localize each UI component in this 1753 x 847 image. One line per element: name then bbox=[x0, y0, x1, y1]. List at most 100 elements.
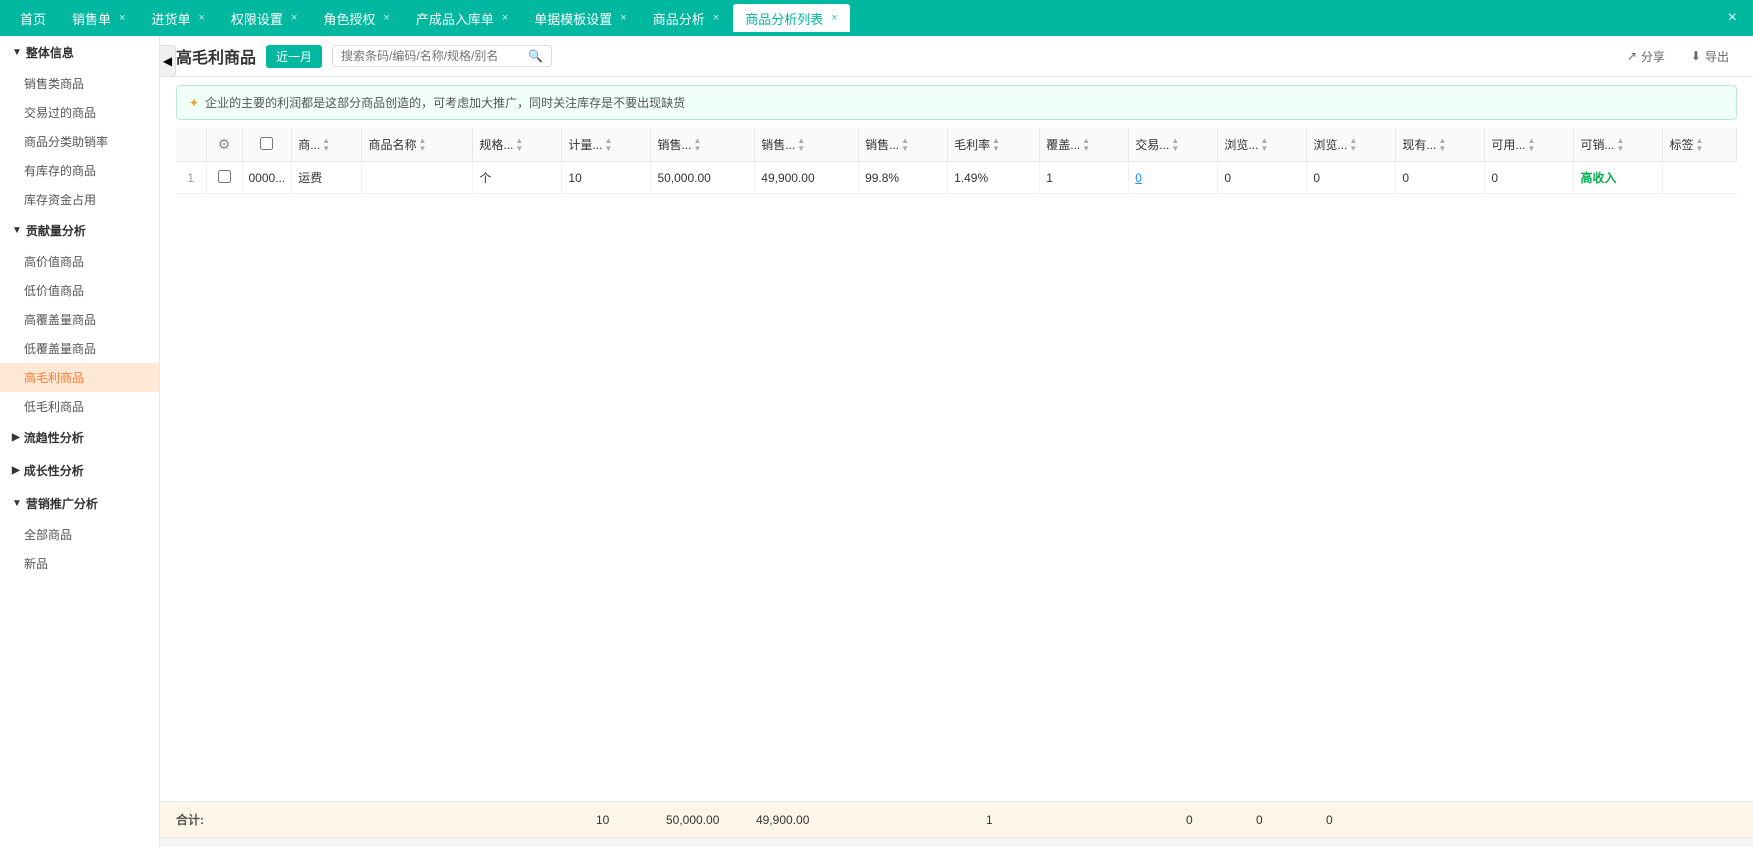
col-label-code: 商... bbox=[298, 136, 320, 153]
sidebar-group-1[interactable]: ▼贡献量分析 bbox=[0, 214, 159, 247]
col-header-sales_amount[interactable]: 销售... ▲▼ bbox=[755, 128, 859, 162]
nav-item-8[interactable]: 商品分析列表× bbox=[733, 4, 849, 32]
nav-item-4[interactable]: 角色授权× bbox=[311, 4, 401, 32]
sidebar-group-3[interactable]: ▶成长性分析 bbox=[0, 454, 159, 487]
nav-close-7[interactable]: × bbox=[713, 12, 719, 24]
nav-item-3[interactable]: 权限设置× bbox=[219, 4, 309, 32]
cell-current_stock-0: 0 bbox=[1307, 162, 1396, 194]
sort-arrows-gross_margin: ▲▼ bbox=[992, 137, 1000, 153]
col-header-coverage[interactable]: 覆盖... ▲▼ bbox=[1040, 128, 1129, 162]
row-checkbox-cell-0 bbox=[206, 162, 242, 194]
col-header-name[interactable]: 商品名称 ▲▼ bbox=[362, 128, 473, 162]
footer-gm bbox=[840, 813, 910, 827]
sidebar-item-4-1[interactable]: 新品 bbox=[0, 549, 159, 578]
sort-arrows-current_stock: ▲▼ bbox=[1438, 137, 1446, 153]
footer-current: 0 bbox=[1180, 813, 1250, 827]
sidebar-item-0-0[interactable]: 销售类商品 bbox=[0, 69, 159, 98]
nav-item-1[interactable]: 销售单× bbox=[60, 4, 137, 32]
col-header-available_stock[interactable]: 可用... ▲▼ bbox=[1485, 128, 1574, 162]
sidebar-item-0-4[interactable]: 库存资金占用 bbox=[0, 185, 159, 214]
footer-label: 合计: bbox=[176, 811, 204, 828]
footer-values: 10 50,000.00 49,900.00 1 0 0 0 bbox=[224, 813, 1737, 827]
nav-close-6[interactable]: × bbox=[620, 12, 626, 24]
nav-item-7[interactable]: 商品分析× bbox=[641, 4, 731, 32]
sidebar-item-1-1[interactable]: 低价值商品 bbox=[0, 276, 159, 305]
export-button[interactable]: ⬇ 导出 bbox=[1683, 45, 1737, 68]
col-header-current_stock[interactable]: 现有... ▲▼ bbox=[1396, 128, 1485, 162]
col-header-tag[interactable]: 标签 ▲▼ bbox=[1663, 128, 1737, 162]
col-header-spec[interactable]: 规格... ▲▼ bbox=[473, 128, 562, 162]
sidebar-item-1-0[interactable]: 高价值商品 bbox=[0, 247, 159, 276]
arrow-icon: ▶ bbox=[12, 465, 20, 476]
collapse-icon: ◀ bbox=[163, 54, 172, 68]
sort-arrows-transaction: ▲▼ bbox=[1171, 137, 1179, 153]
sidebar-item-0-3[interactable]: 有库存的商品 bbox=[0, 156, 159, 185]
top-nav: 首页销售单×进货单×权限设置×角色授权×产成品入库单×单据模板设置×商品分析×商… bbox=[0, 0, 1753, 36]
sidebar-item-1-3[interactable]: 低覆盖量商品 bbox=[0, 334, 159, 363]
cell-name-0: 运费 bbox=[292, 162, 362, 194]
sort-arrows-view1: ▲▼ bbox=[1260, 137, 1268, 153]
col-header-saleable_stock[interactable]: 可销... ▲▼ bbox=[1574, 128, 1663, 162]
col-header-transaction[interactable]: 交易... ▲▼ bbox=[1129, 128, 1218, 162]
nav-item-2[interactable]: 进货单× bbox=[139, 4, 216, 32]
nav-close-4[interactable]: × bbox=[383, 12, 389, 24]
col-header-code[interactable]: 商... ▲▼ bbox=[292, 128, 362, 162]
nav-close-8[interactable]: × bbox=[831, 12, 837, 24]
col-label-spec: 规格... bbox=[479, 136, 513, 153]
col-header-view1[interactable]: 浏览... ▲▼ bbox=[1218, 128, 1307, 162]
footer-bar: 合计: 10 50,000.00 49,900.00 1 0 0 0 bbox=[160, 801, 1753, 837]
col-label-current_stock: 现有... bbox=[1402, 136, 1436, 153]
cell-view1-0[interactable]: 0 bbox=[1129, 162, 1218, 194]
col-label-gross_margin: 毛利率 bbox=[954, 136, 990, 153]
sort-arrows-view2: ▲▼ bbox=[1349, 137, 1357, 153]
sidebar-item-1-2[interactable]: 高覆盖量商品 bbox=[0, 305, 159, 334]
row-checkbox-0[interactable] bbox=[218, 170, 231, 183]
sidebar-item-4-0[interactable]: 全部商品 bbox=[0, 520, 159, 549]
bottom-scrollbar[interactable] bbox=[160, 837, 1753, 847]
sidebar-collapse-button[interactable]: ◀ bbox=[160, 45, 176, 77]
cell-code-0: 0000... bbox=[242, 162, 292, 194]
select-all-checkbox[interactable] bbox=[260, 137, 273, 150]
sidebar-item-1-5[interactable]: 低毛利商品 bbox=[0, 392, 159, 421]
cell-transaction-0: 1 bbox=[1040, 162, 1129, 194]
search-icon[interactable]: 🔍 bbox=[528, 49, 543, 63]
sort-arrows-coverage: ▲▼ bbox=[1082, 137, 1090, 153]
footer-transaction: 1 bbox=[980, 813, 1060, 827]
cell-unit-0: 个 bbox=[473, 162, 562, 194]
window-close-button[interactable]: × bbox=[1720, 9, 1745, 27]
nav-item-6[interactable]: 单据模板设置× bbox=[522, 4, 638, 32]
col-label-tag: 标签 bbox=[1669, 136, 1693, 153]
content-header: 高毛利商品 近一月 🔍 ↗ 分享 ⬇ 导出 bbox=[160, 36, 1753, 77]
col-header-gross_margin[interactable]: 毛利率 ▲▼ bbox=[948, 128, 1040, 162]
view-link-0[interactable]: 0 bbox=[1135, 171, 1142, 185]
share-button[interactable]: ↗ 分享 bbox=[1619, 45, 1673, 68]
col-header-view2[interactable]: 浏览... ▲▼ bbox=[1307, 128, 1396, 162]
col-header-sales_cost[interactable]: 销售... ▲▼ bbox=[859, 128, 948, 162]
sort-arrows-name: ▲▼ bbox=[418, 137, 426, 153]
nav-close-2[interactable]: × bbox=[198, 12, 204, 24]
nav-close-3[interactable]: × bbox=[291, 12, 297, 24]
sidebar-item-1-4[interactable]: 高毛利商品 bbox=[0, 363, 159, 392]
nav-close-5[interactable]: × bbox=[502, 12, 508, 24]
tag-badge-0: 高收入 bbox=[1580, 171, 1616, 185]
row-num-0: 1 bbox=[176, 162, 206, 194]
col-label-transaction: 交易... bbox=[1135, 136, 1169, 153]
sidebar: ▼整体信息销售类商品交易过的商品商品分类助销率有库存的商品库存资金占用▼贡献量分… bbox=[0, 36, 160, 847]
col-header-unit[interactable]: 计量... ▲▼ bbox=[562, 128, 651, 162]
nav-item-0[interactable]: 首页 bbox=[8, 4, 58, 32]
nav-item-5[interactable]: 产成品入库单× bbox=[404, 4, 520, 32]
sidebar-group-0[interactable]: ▼整体信息 bbox=[0, 36, 159, 69]
footer-view1 bbox=[1060, 813, 1120, 827]
sidebar-group-4[interactable]: ▼营销推广分析 bbox=[0, 487, 159, 520]
nav-close-1[interactable]: × bbox=[119, 12, 125, 24]
settings-icon[interactable]: ⚙ bbox=[218, 136, 231, 152]
search-input[interactable] bbox=[341, 49, 522, 63]
sidebar-group-2[interactable]: ▶流趋性分析 bbox=[0, 421, 159, 454]
period-button[interactable]: 近一月 bbox=[266, 45, 322, 68]
sidebar-item-0-1[interactable]: 交易过的商品 bbox=[0, 98, 159, 127]
col-header-sales_qty[interactable]: 销售... ▲▼ bbox=[651, 128, 755, 162]
col-header-settings[interactable]: ⚙ bbox=[206, 128, 242, 162]
sidebar-item-0-2[interactable]: 商品分类助销率 bbox=[0, 127, 159, 156]
col-label-view1: 浏览... bbox=[1224, 136, 1258, 153]
col-label-unit: 计量... bbox=[568, 136, 602, 153]
